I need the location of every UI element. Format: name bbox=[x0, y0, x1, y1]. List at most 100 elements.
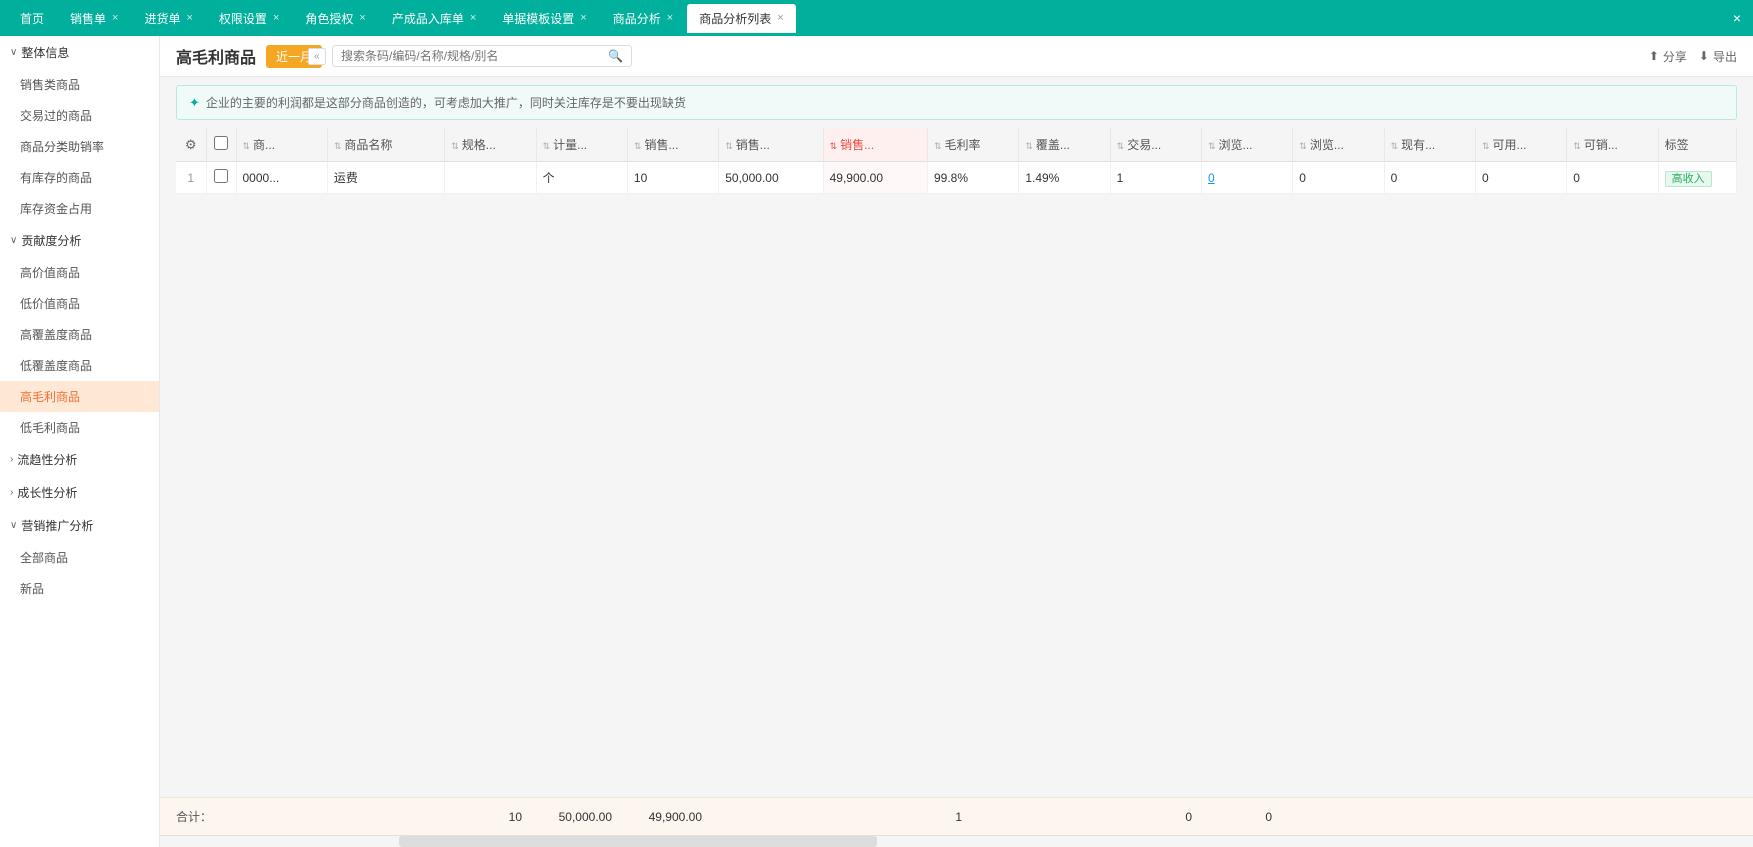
col-unit[interactable]: ⇅计量... bbox=[536, 128, 627, 162]
tab-analysis-list[interactable]: 商品分析列表 × bbox=[687, 4, 795, 33]
sidebar-section-marketing[interactable]: ∨ 营销推广分析 bbox=[0, 509, 159, 542]
sidebar-item-low-coverage[interactable]: 低覆盖度商品 bbox=[0, 350, 159, 381]
footer-total-row: 10 50,000.00 49,900.00 1 0 0 bbox=[222, 810, 1737, 824]
info-icon: ✦ bbox=[189, 95, 200, 111]
page-title: 高毛利商品 bbox=[176, 44, 256, 68]
sidebar-section-contribution[interactable]: ∨ 贡献度分析 bbox=[0, 224, 159, 257]
close-tab-purchase[interactable]: × bbox=[186, 12, 192, 24]
sidebar-section-growth[interactable]: › 成长性分析 bbox=[0, 476, 159, 509]
col-saleable[interactable]: ⇅可销... bbox=[1567, 128, 1658, 162]
col-name[interactable]: ⇅商品名称 bbox=[327, 128, 444, 162]
close-tab-sales[interactable]: × bbox=[112, 12, 118, 24]
tab-template[interactable]: 单据模板设置 × bbox=[490, 4, 598, 33]
tab-role[interactable]: 角色授权 × bbox=[293, 4, 377, 33]
sidebar-section-flow[interactable]: › 流趋性分析 bbox=[0, 443, 159, 476]
sidebar-item-in-stock[interactable]: 有库存的商品 bbox=[0, 162, 159, 193]
col-transaction[interactable]: ⇅交易... bbox=[1110, 128, 1201, 162]
col-views2[interactable]: ⇅浏览... bbox=[1293, 128, 1384, 162]
footer-transaction: 1 bbox=[882, 810, 962, 824]
main-layout: ∨ 整体信息 销售类商品 交易过的商品 商品分类助销率 有库存的商品 库存资金占… bbox=[0, 36, 1753, 847]
select-all-checkbox[interactable] bbox=[214, 136, 228, 150]
search-icon[interactable]: 🔍 bbox=[608, 49, 623, 63]
sidebar-item-all-goods[interactable]: 全部商品 bbox=[0, 542, 159, 573]
close-tab-permission[interactable]: × bbox=[273, 12, 279, 24]
col-available[interactable]: ⇅可用... bbox=[1475, 128, 1566, 162]
arrow-overview: ∨ bbox=[10, 47, 17, 58]
footer-sales-qty: 10 bbox=[442, 810, 522, 824]
close-tab-role[interactable]: × bbox=[359, 12, 365, 24]
close-tab-production[interactable]: × bbox=[470, 12, 476, 24]
col-code[interactable]: ⇅商... bbox=[236, 128, 327, 162]
arrow-marketing: ∨ bbox=[10, 520, 17, 531]
horizontal-scrollbar[interactable] bbox=[160, 835, 1753, 847]
arrow-growth: › bbox=[10, 487, 13, 498]
col-sales-amount[interactable]: ⇅销售... bbox=[719, 128, 823, 162]
row-gross-margin: 99.8% bbox=[927, 162, 1018, 194]
content-area: « 高毛利商品 近一月 🔍 ⬆ 分享 ⬇ 导出 ✦ 企 bbox=[160, 36, 1753, 847]
col-checkbox bbox=[206, 128, 236, 162]
row-transaction: 1 bbox=[1110, 162, 1201, 194]
tab-purchase[interactable]: 进货单 × bbox=[132, 4, 204, 33]
sidebar-collapse-button[interactable]: « bbox=[308, 48, 326, 65]
share-icon: ⬆ bbox=[1649, 49, 1659, 63]
sidebar-item-high-margin[interactable]: 高毛利商品 bbox=[0, 381, 159, 412]
col-gear: ⚙ bbox=[176, 128, 206, 162]
sidebar-item-low-margin[interactable]: 低毛利商品 bbox=[0, 412, 159, 443]
scrollbar-thumb[interactable] bbox=[399, 836, 877, 847]
row-saleable: 0 bbox=[1567, 162, 1658, 194]
tab-permission[interactable]: 权限设置 × bbox=[207, 4, 291, 33]
col-sales-profit[interactable]: ⇅销售... bbox=[823, 128, 927, 162]
info-banner: ✦ 企业的主要的利润都是这部分商品创造的，可考虑加大推广，同时关注库存是不要出现… bbox=[176, 85, 1737, 120]
sidebar-item-traded[interactable]: 交易过的商品 bbox=[0, 100, 159, 131]
row-views1[interactable]: 0 bbox=[1201, 162, 1292, 194]
header-actions: ⬆ 分享 ⬇ 导出 bbox=[1649, 48, 1737, 65]
close-all-tabs[interactable]: × bbox=[1729, 6, 1745, 30]
col-gross-margin[interactable]: ⇅毛利率 bbox=[927, 128, 1018, 162]
tab-analysis[interactable]: 商品分析 × bbox=[601, 4, 685, 33]
row-spec bbox=[445, 162, 536, 194]
arrow-flow: › bbox=[10, 454, 13, 465]
sidebar-item-new-goods[interactable]: 新品 bbox=[0, 573, 159, 604]
col-spec[interactable]: ⇅规格... bbox=[445, 128, 536, 162]
tab-production[interactable]: 产成品入库单 × bbox=[380, 4, 488, 33]
row-sales-qty: 10 bbox=[627, 162, 718, 194]
row-sales-amount: 50,000.00 bbox=[719, 162, 823, 194]
settings-icon[interactable]: ⚙ bbox=[185, 137, 197, 152]
sidebar-item-capital[interactable]: 库存资金占用 bbox=[0, 193, 159, 224]
share-button[interactable]: ⬆ 分享 bbox=[1649, 48, 1687, 65]
sidebar-item-high-coverage[interactable]: 高覆盖度商品 bbox=[0, 319, 159, 350]
footer-available: 0 bbox=[1192, 810, 1272, 824]
row-views2: 0 bbox=[1293, 162, 1384, 194]
sidebar-item-sales-goods[interactable]: 销售类商品 bbox=[0, 69, 159, 100]
tab-home[interactable]: 首页 bbox=[8, 4, 56, 33]
search-input[interactable] bbox=[341, 49, 602, 63]
footer-sales-amount: 50,000.00 bbox=[522, 810, 612, 824]
content-header: 高毛利商品 近一月 🔍 ⬆ 分享 ⬇ 导出 bbox=[160, 36, 1753, 77]
col-coverage[interactable]: ⇅覆盖... bbox=[1019, 128, 1110, 162]
info-text: 企业的主要的利润都是这部分商品创造的，可考虑加大推广，同时关注库存是不要出现缺货 bbox=[206, 94, 686, 111]
close-tab-analysis[interactable]: × bbox=[667, 12, 673, 24]
row-available: 0 bbox=[1475, 162, 1566, 194]
col-tag: 标签 bbox=[1658, 128, 1736, 162]
row-checkbox[interactable] bbox=[206, 162, 236, 194]
sidebar: ∨ 整体信息 销售类商品 交易过的商品 商品分类助销率 有库存的商品 库存资金占… bbox=[0, 36, 160, 847]
search-box: 🔍 bbox=[332, 45, 632, 67]
close-tab-template[interactable]: × bbox=[580, 12, 586, 24]
col-current-stock[interactable]: ⇅现有... bbox=[1384, 128, 1475, 162]
col-sales-qty[interactable]: ⇅销售... bbox=[627, 128, 718, 162]
data-table: ⚙ ⇅商... ⇅商品名称 ⇅规格... bbox=[176, 128, 1737, 194]
tab-sales[interactable]: 销售单 × bbox=[58, 4, 130, 33]
total-label: 合计： bbox=[176, 808, 222, 825]
close-tab-analysis-list[interactable]: × bbox=[777, 12, 783, 24]
row-sales-profit: 49,900.00 bbox=[823, 162, 927, 194]
sidebar-item-low-value[interactable]: 低价值商品 bbox=[0, 288, 159, 319]
footer-totals: 合计： 10 50,000.00 49,900.00 1 0 0 bbox=[160, 797, 1753, 835]
row-tag: 高收入 bbox=[1658, 162, 1736, 194]
export-button[interactable]: ⬇ 导出 bbox=[1699, 48, 1737, 65]
sidebar-item-high-value[interactable]: 高价值商品 bbox=[0, 257, 159, 288]
sidebar-section-overview[interactable]: ∨ 整体信息 bbox=[0, 36, 159, 69]
table-header-row: ⚙ ⇅商... ⇅商品名称 ⇅规格... bbox=[176, 128, 1737, 162]
row-name: 运费 bbox=[327, 162, 444, 194]
col-views1[interactable]: ⇅浏览... bbox=[1201, 128, 1292, 162]
sidebar-item-category-rate[interactable]: 商品分类助销率 bbox=[0, 131, 159, 162]
